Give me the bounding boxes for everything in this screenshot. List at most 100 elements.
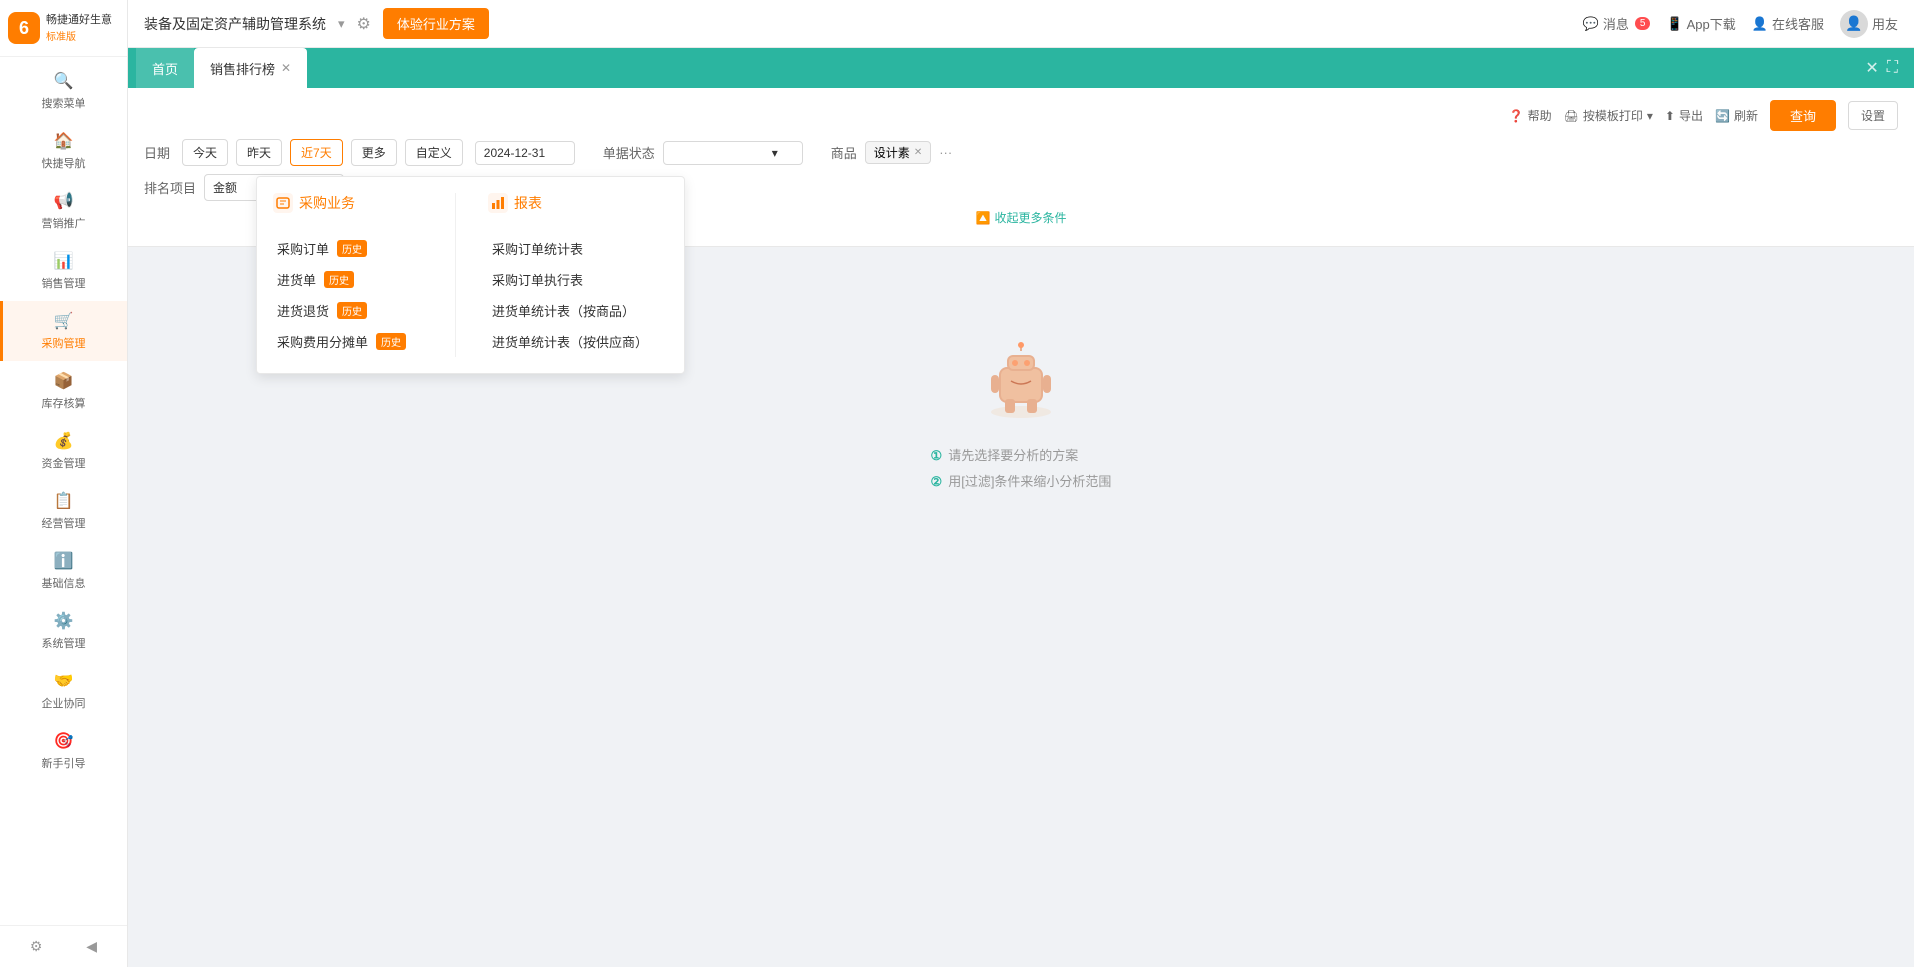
sidebar-item-marketing-label: 营销推广 xyxy=(42,215,86,231)
empty-tips: ① 请先选择要分析的方案 ② 用[过滤]条件来缩小分析范围 xyxy=(931,443,1112,495)
sidebar-item-inventory[interactable]: 📦 库存核算 xyxy=(0,361,127,421)
main-area: 装备及固定资产辅助管理系统 ▾ ⚙ 体验行业方案 💬 消息 5 📱 App下载 … xyxy=(128,0,1914,967)
empty-illustration xyxy=(971,327,1071,427)
help-icon: ❓ xyxy=(1509,109,1524,123)
date-yesterday-btn[interactable]: 昨天 xyxy=(236,139,282,166)
online-service-label: 在线客服 xyxy=(1772,14,1824,33)
dropdown-purchase-return[interactable]: 进货退货 历史 xyxy=(273,295,423,326)
date-more-btn[interactable]: 更多 xyxy=(351,139,397,166)
tab-bar-actions: ✕ ⛶ xyxy=(1857,58,1906,78)
reports-col: 报表 采购订单统计表 采购订单执行表 进货单统计表（按商品） 进货单统计表（按供… xyxy=(488,193,668,357)
filter-row-1: 日期 今天 昨天 近7天 更多 自定义 单据状态 xyxy=(144,139,1898,166)
sidebar-item-quicknav-label: 快捷导航 xyxy=(42,155,86,171)
empty-tip-2: 用[过滤]条件来缩小分析范围 xyxy=(948,469,1111,495)
logo-text-line1: 畅捷通好生意 xyxy=(46,13,112,27)
sidebar-item-finance[interactable]: 💰 资金管理 xyxy=(0,421,127,481)
purchase-order-history-badge: 历史 xyxy=(337,240,367,257)
sidebar-nav: 🔍 搜索菜单 🏠 快捷导航 📢 营销推广 📊 销售管理 🛒 xyxy=(0,57,127,925)
purchase-return-history-badge: 历史 xyxy=(337,302,367,319)
date-custom-btn[interactable]: 自定义 xyxy=(405,139,463,166)
purchase-nav-icon: 🛒 xyxy=(54,311,74,331)
sidebar-item-newbie[interactable]: 🎯 新手引导 xyxy=(0,721,127,781)
sidebar-item-basic-info[interactable]: ℹ️ 基础信息 xyxy=(0,541,127,601)
header: 装备及固定资产辅助管理系统 ▾ ⚙ 体验行业方案 💬 消息 5 📱 App下载 … xyxy=(128,0,1914,48)
sidebar-item-newbie-label: 新手引导 xyxy=(42,755,86,771)
marketing-nav-icon: 📢 xyxy=(54,191,74,211)
inventory-nav-icon: 📦 xyxy=(54,371,74,391)
logo-text-line2: 标准版 xyxy=(46,28,112,43)
ranking-value: 金额 xyxy=(213,179,237,196)
doc-status-select[interactable]: ▾ xyxy=(663,141,803,165)
tab-home[interactable]: 首页 xyxy=(136,48,194,88)
query-btn[interactable]: 查询 xyxy=(1770,100,1836,131)
user-btn[interactable]: 👤 用友 xyxy=(1840,10,1898,38)
logo-icon: 6 xyxy=(8,12,40,44)
service-icon: 👤 xyxy=(1752,16,1768,32)
online-service-btn[interactable]: 👤 在线客服 xyxy=(1752,14,1824,33)
date-today-btn[interactable]: 今天 xyxy=(182,139,228,166)
purchase-order-label: 采购订单 xyxy=(277,239,329,258)
help-btn[interactable]: ❓ 帮助 xyxy=(1509,107,1552,124)
active-indicator xyxy=(0,301,3,361)
sidebar-item-operations[interactable]: 📋 经营管理 xyxy=(0,481,127,541)
sidebar-settings-btn[interactable]: ⚙ xyxy=(30,938,43,955)
sidebar-item-sales[interactable]: 📊 销售管理 xyxy=(0,241,127,301)
goods-dots[interactable]: ··· xyxy=(939,145,952,160)
sidebar-item-cooperation[interactable]: 🤝 企业协同 xyxy=(0,661,127,721)
industry-btn[interactable]: 体验行业方案 xyxy=(383,8,489,39)
sidebar-item-purchase-label: 采购管理 xyxy=(42,335,86,351)
newbie-nav-icon: 🎯 xyxy=(54,731,74,751)
tab-close-all-btn[interactable]: ✕ xyxy=(1865,58,1878,78)
dropdown-purchase-order-exec[interactable]: 采购订单执行表 xyxy=(488,264,668,295)
dropdown-divider xyxy=(455,193,456,357)
date-7days-btn[interactable]: 近7天 xyxy=(290,139,343,166)
tab-close-icon[interactable]: ✕ xyxy=(281,61,291,75)
app-icon: 📱 xyxy=(1666,16,1682,32)
goods-tag: 设计素 ✕ xyxy=(865,141,931,164)
date-start-input[interactable] xyxy=(475,141,575,165)
app-download-label: App下载 xyxy=(1687,14,1736,33)
purchase-expense-history-badge: 历史 xyxy=(376,333,406,350)
basicinfo-nav-icon: ℹ️ xyxy=(54,551,74,571)
dropdown-incoming-stats-supplier[interactable]: 进货单统计表（按供应商） xyxy=(488,326,668,357)
sales-nav-icon: 📊 xyxy=(54,251,74,271)
system-settings-btn[interactable]: ⚙ xyxy=(357,14,371,34)
export-btn[interactable]: ⬆ 导出 xyxy=(1665,107,1703,124)
print-template-btn[interactable]: 🖨 按模板打印 ▾ xyxy=(1564,107,1653,124)
tab-bar: 首页 销售排行榜 ✕ ✕ ⛶ xyxy=(128,48,1914,88)
sidebar-item-quick-nav[interactable]: 🏠 快捷导航 xyxy=(0,121,127,181)
refresh-btn[interactable]: 🔄 刷新 xyxy=(1715,107,1758,124)
purchase-title-icon xyxy=(275,195,291,211)
system-dropdown-btn[interactable]: ▾ xyxy=(338,16,345,32)
app-download-btn[interactable]: 📱 App下载 xyxy=(1666,14,1735,33)
sidebar-item-search[interactable]: 🔍 搜索菜单 xyxy=(0,61,127,121)
dropdown-purchase-incoming[interactable]: 进货单 历史 xyxy=(273,264,423,295)
tab-maximize-btn[interactable]: ⛶ xyxy=(1887,59,1898,77)
purchase-expense-label: 采购费用分摊单 xyxy=(277,332,368,351)
sidebar-item-system[interactable]: ⚙️ 系统管理 xyxy=(0,601,127,661)
print-label: 按模板打印 xyxy=(1583,107,1643,124)
settings-btn[interactable]: 设置 xyxy=(1848,101,1898,130)
messages-btn[interactable]: 💬 消息 5 xyxy=(1583,14,1651,33)
sidebar-item-sales-label: 销售管理 xyxy=(42,275,86,291)
dropdown-incoming-stats-goods[interactable]: 进货单统计表（按商品） xyxy=(488,295,668,326)
sidebar-collapse-btn[interactable]: ◀ xyxy=(86,938,97,955)
tab-sales-ranking[interactable]: 销售排行榜 ✕ xyxy=(194,48,307,88)
dropdown-purchase-expense[interactable]: 采购费用分摊单 历史 xyxy=(273,326,423,357)
system-nav-icon: ⚙️ xyxy=(54,611,74,631)
user-avatar: 👤 xyxy=(1840,10,1868,38)
sidebar-bottom: ⚙ ◀ xyxy=(0,925,127,967)
dropdown-purchase-order-stats[interactable]: 采购订单统计表 xyxy=(488,233,668,264)
sidebar-item-marketing[interactable]: 📢 营销推广 xyxy=(0,181,127,241)
dropdown-purchase-order[interactable]: 采购订单 历史 xyxy=(273,233,423,264)
help-label: 帮助 xyxy=(1528,107,1552,124)
message-icon: 💬 xyxy=(1583,16,1599,32)
sidebar-item-cooperation-label: 企业协同 xyxy=(42,695,86,711)
goods-label: 商品 xyxy=(831,143,857,162)
sidebar-item-inventory-label: 库存核算 xyxy=(42,395,86,411)
date-quick-options: 今天 昨天 近7天 更多 自定义 xyxy=(182,139,463,166)
goods-tag-close[interactable]: ✕ xyxy=(914,147,922,158)
sidebar-item-purchase[interactable]: 🛒 采购管理 xyxy=(0,301,127,361)
refresh-label: 刷新 xyxy=(1734,107,1758,124)
empty-tip-1: 请先选择要分析的方案 xyxy=(948,443,1078,469)
